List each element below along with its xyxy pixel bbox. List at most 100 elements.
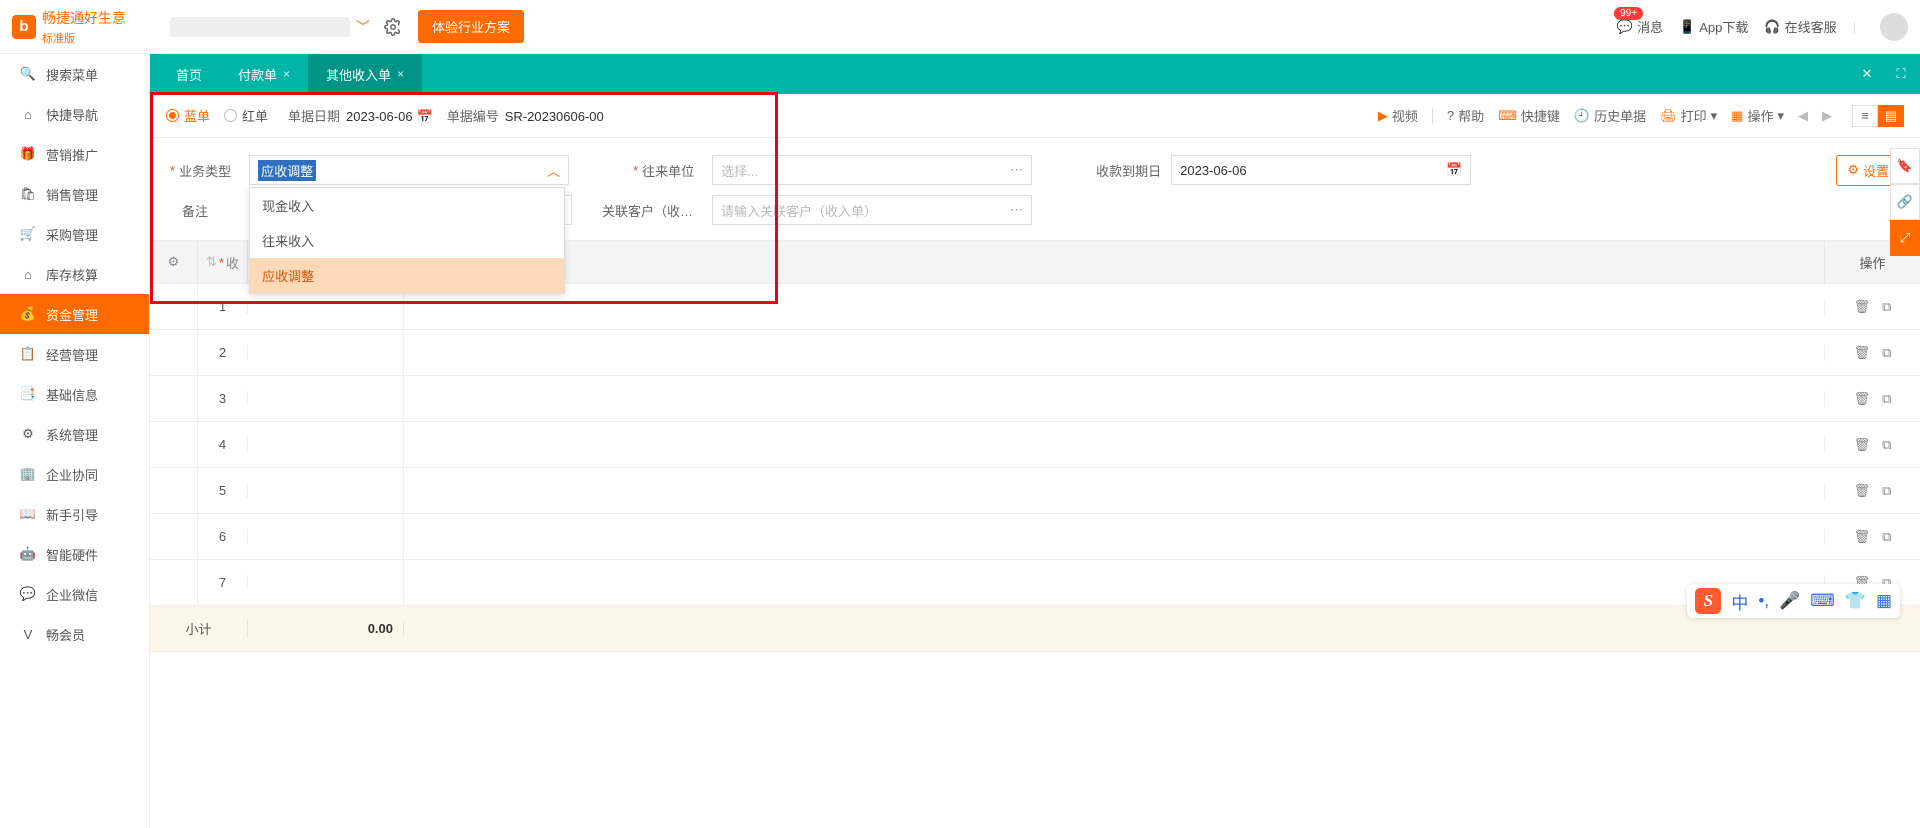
dropdown-option[interactable]: 往来收入 <box>250 223 564 258</box>
assoc-customer-input[interactable]: 请输入关联客户（收入单） ⋯ <box>712 195 1032 225</box>
copy-icon[interactable]: ⧉ <box>1882 483 1891 499</box>
sidebar-item-member[interactable]: V畅会员 <box>0 614 149 654</box>
video-button[interactable]: ▶视频 <box>1378 106 1418 125</box>
copy-icon[interactable]: ⧉ <box>1882 529 1891 545</box>
shortcut-button[interactable]: ⌨快捷键 <box>1498 106 1560 125</box>
operate-button[interactable]: ▦操作▾ <box>1731 106 1784 125</box>
table-row[interactable]: 5 🗑 ⧉ <box>150 468 1920 514</box>
table-row[interactable]: 4🗑⧉ <box>150 422 1920 468</box>
search-icon: 🔍 <box>20 66 36 82</box>
close-all-icon[interactable]: ✕ <box>1854 61 1880 87</box>
history-icon: 🕘 <box>1574 108 1590 124</box>
tab-payment[interactable]: 付款单× <box>220 54 308 94</box>
delete-icon[interactable]: 🗑 <box>1854 391 1871 407</box>
close-icon[interactable]: × <box>283 67 290 81</box>
tab-other-income[interactable]: 其他收入单× <box>308 54 422 94</box>
delete-icon[interactable]: 🗑 <box>1854 345 1871 361</box>
home-icon: ⌂ <box>20 106 36 122</box>
copy-icon[interactable]: ⧉ <box>1882 391 1891 407</box>
tab-bar: 首页 付款单× 其他收入单× ✕ ⛶ <box>150 54 1920 94</box>
sidebar-item-basicinfo[interactable]: 📑基础信息 <box>0 374 149 414</box>
sidebar-item-search[interactable]: 🔍搜索菜单 <box>0 54 149 94</box>
sidebar-item-wechat[interactable]: 💬企业微信 <box>0 574 149 614</box>
link-icon[interactable]: 🔗 <box>1890 184 1920 220</box>
table-row[interactable]: 2🗑⧉ <box>150 330 1920 376</box>
trial-button[interactable]: 体验行业方案 <box>418 10 524 43</box>
prev-icon[interactable]: ◀ <box>1798 108 1808 124</box>
dropdown-option[interactable]: 应收调整 <box>250 258 564 293</box>
form-area: *业务类型 应收调整 ︿ 现金收入 往来收入 应收调整 <box>150 138 1920 240</box>
list-view-icon[interactable]: ≡ <box>1852 105 1878 127</box>
close-icon[interactable]: × <box>397 67 404 81</box>
col-header-sort[interactable]: ⇅*收 <box>198 241 248 283</box>
sidebar-item-guide[interactable]: 📖新手引导 <box>0 494 149 534</box>
tag-icon[interactable]: 🔖 <box>1890 148 1920 184</box>
ime-keyboard-icon[interactable]: ⌨ <box>1810 591 1835 611</box>
gear-icon[interactable] <box>384 18 402 36</box>
radio-blue[interactable]: 蓝单 <box>166 106 210 125</box>
sidebar-item-operation[interactable]: 📋经营管理 <box>0 334 149 374</box>
copy-icon[interactable]: ⧉ <box>1882 437 1891 453</box>
field-partner: *往来单位 选择... ⋯ <box>633 155 1032 185</box>
copy-icon[interactable]: ⧉ <box>1882 345 1891 361</box>
history-button[interactable]: 🕘历史单据 <box>1574 106 1646 125</box>
partner-input[interactable]: 选择... ⋯ <box>712 155 1032 185</box>
card-view-icon[interactable]: ▤ <box>1878 105 1904 127</box>
delete-icon[interactable]: 🗑 <box>1854 437 1871 453</box>
row-index: 5 <box>198 483 248 498</box>
sidebar-item-sales[interactable]: 🛍销售管理 <box>0 174 149 214</box>
ime-mic-icon[interactable]: 🎤 <box>1779 591 1800 611</box>
online-service-button[interactable]: 🎧 在线客服 <box>1764 17 1836 36</box>
sidebar: 🔍搜索菜单 ⌂快捷导航 🎁营销推广 🛍销售管理 🛒采购管理 ⌂库存核算 💰资金管… <box>0 54 150 828</box>
table-row[interactable]: 7🗑⧉ <box>150 560 1920 606</box>
radio-red[interactable]: 红单 <box>224 106 268 125</box>
ime-lang-icon[interactable]: 中 <box>1731 589 1748 614</box>
print-button[interactable]: 🖨打印▾ <box>1660 106 1717 125</box>
delete-icon[interactable]: 🗑 <box>1854 529 1871 545</box>
sidebar-item-quicknav[interactable]: ⌂快捷导航 <box>0 94 149 134</box>
ime-punct-icon[interactable]: •, <box>1758 591 1769 611</box>
sidebar-item-hardware[interactable]: 🤖智能硬件 <box>0 534 149 574</box>
chevron-down-icon: ﹀ <box>356 17 370 37</box>
sidebar-item-purchase[interactable]: 🛒采购管理 <box>0 214 149 254</box>
next-icon[interactable]: ▶ <box>1822 108 1832 124</box>
gift-icon: 🎁 <box>20 146 36 162</box>
avatar[interactable] <box>1880 13 1908 41</box>
table-settings-icon[interactable]: ⚙ <box>150 241 198 283</box>
calendar-icon[interactable]: 📅 <box>417 109 433 124</box>
copy-icon[interactable]: ⧉ <box>1882 299 1891 315</box>
org-selector[interactable]: ﹀ <box>170 17 370 37</box>
sidebar-item-finance[interactable]: 💰资金管理 <box>0 294 149 334</box>
due-date-input[interactable]: 2023-06-06 📅 <box>1171 155 1471 185</box>
delete-icon[interactable]: 🗑 <box>1854 299 1871 315</box>
delete-icon[interactable]: 🗑 <box>1854 483 1871 499</box>
sidebar-item-collab[interactable]: 🏢企业协同 <box>0 454 149 494</box>
sidebar-item-system[interactable]: ⚙系统管理 <box>0 414 149 454</box>
ime-skin-icon[interactable]: 👕 <box>1845 591 1866 611</box>
messages-button[interactable]: 💬 消息 99+ <box>1617 17 1663 36</box>
field-due-date: 收款到期日 2023-06-06 📅 <box>1096 155 1471 185</box>
cart-icon: 🛒 <box>20 226 36 242</box>
fullscreen-icon[interactable]: ⛶ <box>1888 61 1914 87</box>
dropdown-option[interactable]: 现金收入 <box>250 188 564 223</box>
print-icon: 🖨 <box>1660 108 1677 124</box>
app-download-button[interactable]: 📱 App下载 <box>1679 17 1748 36</box>
divider: | <box>1853 19 1856 34</box>
ellipsis-icon[interactable]: ⋯ <box>1010 162 1023 178</box>
expand-icon[interactable]: ⤢ <box>1890 220 1920 256</box>
play-icon: ▶ <box>1378 108 1388 124</box>
help-button[interactable]: ?帮助 <box>1447 106 1484 125</box>
ellipsis-icon[interactable]: ⋯ <box>1010 202 1023 218</box>
phone-icon: 📱 <box>1679 19 1695 35</box>
biz-type-select[interactable]: 应收调整 ︿ <box>249 155 569 185</box>
sidebar-item-inventory[interactable]: ⌂库存核算 <box>0 254 149 294</box>
ime-menu-icon[interactable]: ▦ <box>1876 591 1892 611</box>
keyboard-icon: ⌨ <box>1498 108 1517 124</box>
table-row[interactable]: 6🗑⧉ <box>150 514 1920 560</box>
doc-toolbar: 蓝单 红单 单据日期2023-06-06📅 单据编号SR-20230606-00… <box>150 94 1920 138</box>
main-area: 首页 付款单× 其他收入单× ✕ ⛶ 蓝单 红单 单据日期2023-06-06📅… <box>150 54 1920 828</box>
sidebar-item-marketing[interactable]: 🎁营销推广 <box>0 134 149 174</box>
tab-home[interactable]: 首页 <box>158 54 220 94</box>
table-row[interactable]: 3🗑⧉ <box>150 376 1920 422</box>
sogou-icon[interactable]: S <box>1695 588 1721 614</box>
